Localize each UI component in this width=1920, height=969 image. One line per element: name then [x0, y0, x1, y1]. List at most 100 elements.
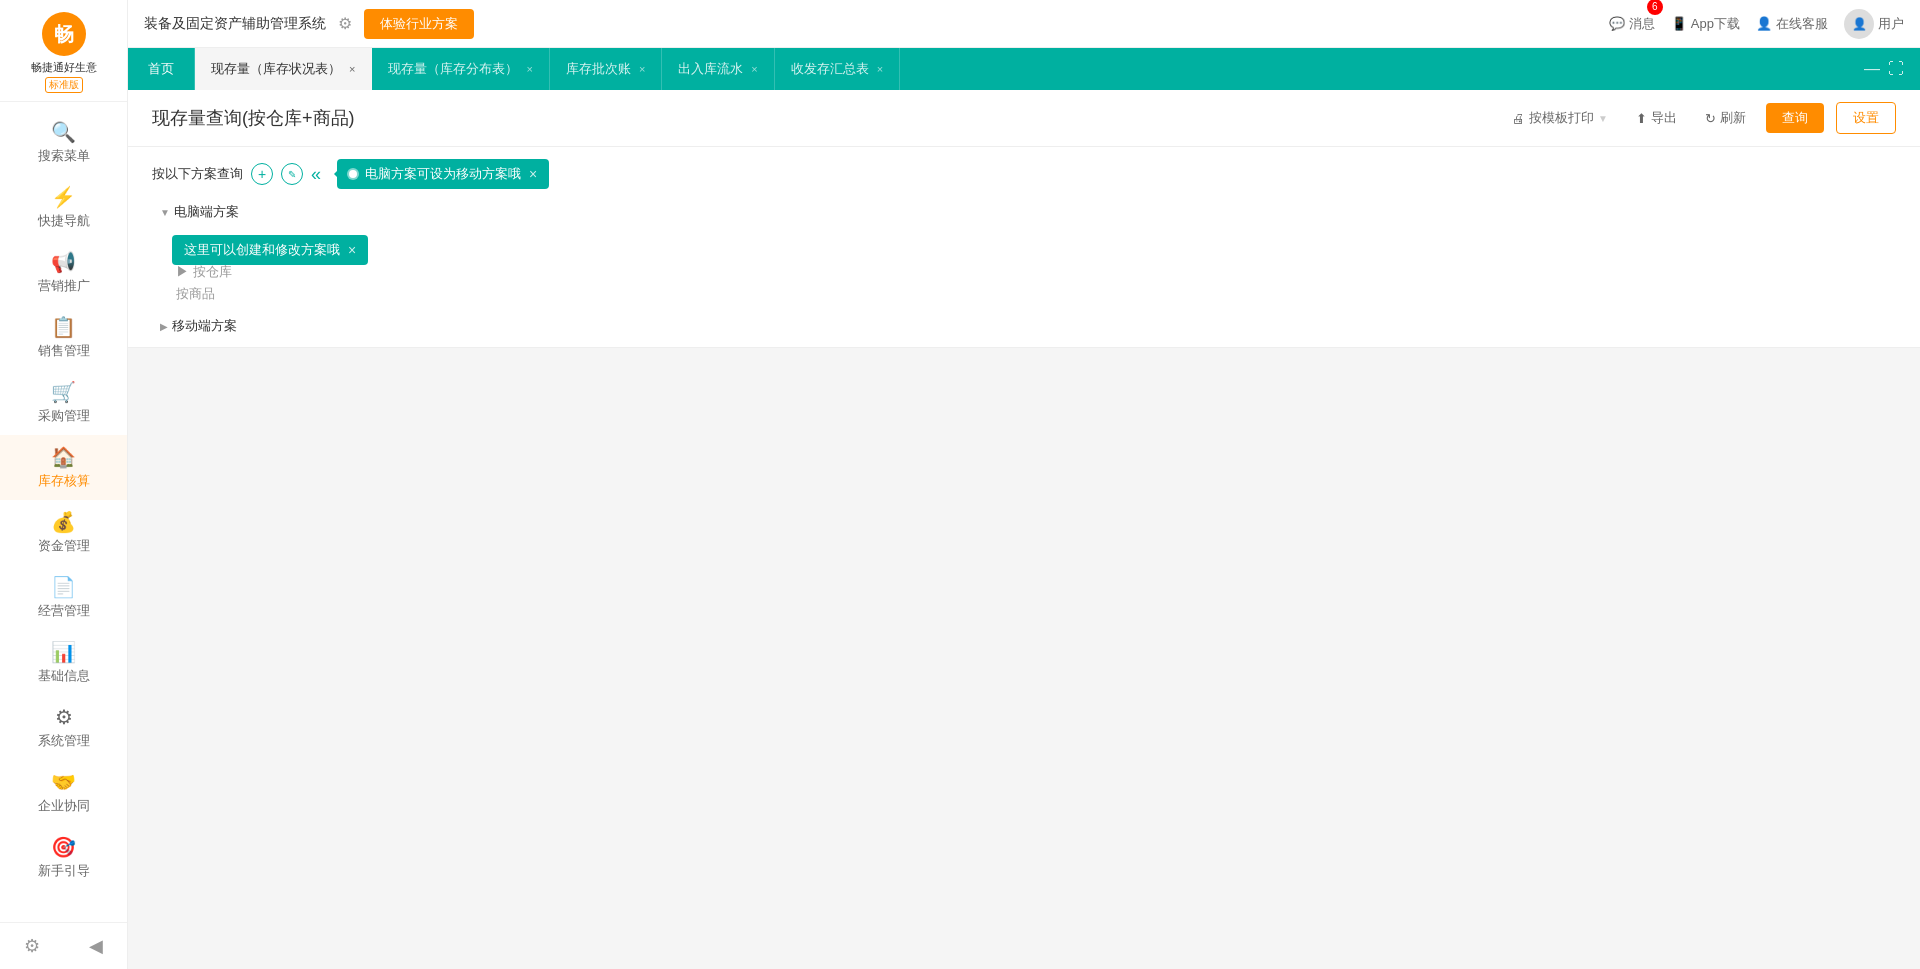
sidebar-label-guide: 新手引导 [38, 862, 90, 880]
filter-back-button[interactable]: « [311, 164, 321, 185]
tab-batch-account[interactable]: 库存批次账 × [550, 48, 662, 90]
filter-edit-button[interactable]: ✎ [281, 163, 303, 185]
avatar-icon: 👤 [1852, 17, 1867, 31]
mobile-scheme-label: 移动端方案 [172, 317, 237, 335]
export-button[interactable]: ⬆ 导出 [1628, 105, 1685, 131]
pc-scheme-items: ▶ 按仓库 按商品 [160, 261, 1896, 305]
print-icon: 🖨 [1512, 111, 1525, 126]
system-title: 装备及固定资产辅助管理系统 [144, 15, 326, 33]
app-download-label: App下载 [1691, 15, 1740, 33]
user-menu[interactable]: 👤 用户 [1844, 9, 1904, 39]
settings-button[interactable]: ⚙ [24, 935, 40, 957]
sidebar-label-enterprise: 企业协同 [38, 797, 90, 815]
sales-icon: 📋 [51, 315, 76, 339]
mobile-scheme-section: ▶ 移动端方案 [152, 313, 1896, 339]
marketing-icon: 📢 [51, 250, 76, 274]
sidebar-item-sales[interactable]: 📋 销售管理 [0, 305, 127, 370]
sidebar-item-inventory[interactable]: 🏠 库存核算 [0, 435, 127, 500]
scheme-item-warehouse[interactable]: ▶ 按仓库 [176, 261, 1896, 283]
print-chevron: ▼ [1598, 113, 1608, 124]
settings-icon[interactable]: ⚙ [338, 14, 352, 33]
tooltip-pc-scheme: 电脑方案可设为移动方案哦 × [337, 159, 549, 189]
filter-header-label: 按以下方案查询 [152, 165, 243, 183]
mobile-scheme-arrow: ▶ [160, 321, 168, 332]
message-label: 消息 [1629, 15, 1655, 33]
tabbar: 首页 现存量（库存状况表） × 现存量（库存分布表） × 库存批次账 × 出入库… [128, 48, 1920, 90]
filter-area: 按以下方案查询 + ✎ « 电脑方案可设为移动方案哦 × ▼ 电脑端方案 [128, 147, 1920, 348]
sidebar-item-purchase[interactable]: 🛒 采购管理 [0, 370, 127, 435]
sidebar-item-enterprise[interactable]: 🤝 企业协同 [0, 760, 127, 825]
export-icon: ⬆ [1636, 111, 1647, 126]
tab-collect-summary[interactable]: 收发存汇总表 × [775, 48, 900, 90]
scheme-item-product[interactable]: 按商品 [176, 283, 1896, 305]
sidebar-label-system: 系统管理 [38, 732, 90, 750]
refresh-icon: ↻ [1705, 111, 1716, 126]
logo-icon: 畅 [42, 12, 86, 56]
mobile-scheme-title[interactable]: ▶ 移动端方案 [160, 313, 1896, 339]
scheme-section: ▼ 电脑端方案 这里可以创建和修改方案哦 × ▶ 按仓库 按商品 [152, 199, 1896, 305]
tab-inventory-status-close[interactable]: × [349, 63, 355, 75]
sidebar-label-sales: 销售管理 [38, 342, 90, 360]
tab-inventory-dist[interactable]: 现存量（库存分布表） × [372, 48, 549, 90]
user-label: 用户 [1878, 15, 1904, 33]
sidebar-item-marketing[interactable]: 📢 营销推广 [0, 240, 127, 305]
online-support-label: 在线客服 [1776, 15, 1828, 33]
print-button[interactable]: 🖨 按模板打印 ▼ [1504, 105, 1616, 131]
logo-badge: 标准版 [45, 77, 83, 93]
tooltip2-close[interactable]: × [348, 242, 356, 258]
sidebar-item-search[interactable]: 🔍 搜索菜单 [0, 110, 127, 175]
sidebar-item-system[interactable]: ⚙ 系统管理 [0, 695, 127, 760]
sidebar-label-search: 搜索菜单 [38, 147, 90, 165]
tabbar-right: — ⛶ [1864, 60, 1920, 78]
tab-home[interactable]: 首页 [128, 48, 195, 90]
tab-fullscreen-icon[interactable]: ⛶ [1888, 60, 1904, 78]
query-button[interactable]: 查询 [1766, 103, 1824, 133]
tooltip1-close[interactable]: × [529, 166, 537, 182]
tab-home-label: 首页 [148, 60, 174, 78]
tab-inout-flow-close[interactable]: × [751, 63, 757, 75]
phone-icon: 📱 [1671, 16, 1687, 31]
page-content: 现存量查询(按仓库+商品) 🖨 按模板打印 ▼ ⬆ 导出 ↻ 刷新 查询 设置 [128, 90, 1920, 969]
sidebar-item-operations[interactable]: 📄 经营管理 [0, 565, 127, 630]
inventory-icon: 🏠 [51, 445, 76, 469]
sidebar-label-quick-nav: 快捷导航 [38, 212, 90, 230]
filter-add-button[interactable]: + [251, 163, 273, 185]
tab-minimize-icon[interactable]: — [1864, 60, 1880, 78]
sidebar-item-guide[interactable]: 🎯 新手引导 [0, 825, 127, 890]
print-label: 按模板打印 [1529, 109, 1594, 127]
sidebar-item-basic-info[interactable]: 📊 基础信息 [0, 630, 127, 695]
main-content: 装备及固定资产辅助管理系统 ⚙ 体验行业方案 💬 6 消息 📱 App下载 👤 … [128, 0, 1920, 969]
sidebar-item-finance[interactable]: 💰 资金管理 [0, 500, 127, 565]
logo-name: 畅捷通好生意 [31, 60, 97, 75]
collapse-sidebar-button[interactable]: ◀ [89, 935, 103, 957]
message-button[interactable]: 💬 6 消息 [1609, 15, 1655, 33]
purchase-icon: 🛒 [51, 380, 76, 404]
message-badge: 6 [1647, 0, 1663, 15]
tab-inventory-status[interactable]: 现存量（库存状况表） × [195, 48, 372, 90]
support-icon: 👤 [1756, 16, 1772, 31]
page-header: 现存量查询(按仓库+商品) 🖨 按模板打印 ▼ ⬆ 导出 ↻ 刷新 查询 设置 [128, 90, 1920, 147]
sidebar-label-purchase: 采购管理 [38, 407, 90, 425]
basic-info-icon: 📊 [51, 640, 76, 664]
sidebar-menu: 🔍 搜索菜单 ⚡ 快捷导航 📢 营销推广 📋 销售管理 🛒 采购管理 🏠 库存核… [0, 102, 127, 922]
user-avatar: 👤 [1844, 9, 1874, 39]
tab-inout-flow[interactable]: 出入库流水 × [662, 48, 774, 90]
guide-icon: 🎯 [51, 835, 76, 859]
app-download-button[interactable]: 📱 App下载 [1671, 15, 1740, 33]
tab-inventory-dist-close[interactable]: × [526, 63, 532, 75]
trial-button[interactable]: 体验行业方案 [364, 9, 474, 39]
refresh-button[interactable]: ↻ 刷新 [1697, 105, 1754, 131]
page-title: 现存量查询(按仓库+商品) [152, 106, 355, 130]
sidebar-item-quick-nav[interactable]: ⚡ 快捷导航 [0, 175, 127, 240]
pc-scheme-title[interactable]: ▼ 电脑端方案 [160, 199, 1896, 225]
page-header-actions: 🖨 按模板打印 ▼ ⬆ 导出 ↻ 刷新 查询 设置 [1504, 102, 1896, 134]
tooltip-create-scheme: 这里可以创建和修改方案哦 × [172, 235, 368, 265]
tab-batch-account-label: 库存批次账 [566, 60, 631, 78]
topbar-left: 装备及固定资产辅助管理系统 ⚙ 体验行业方案 [144, 9, 474, 39]
online-support-button[interactable]: 👤 在线客服 [1756, 15, 1828, 33]
tab-collect-summary-close[interactable]: × [877, 63, 883, 75]
enterprise-icon: 🤝 [51, 770, 76, 794]
tab-batch-account-close[interactable]: × [639, 63, 645, 75]
settings-page-button[interactable]: 设置 [1836, 102, 1896, 134]
topbar-right: 💬 6 消息 📱 App下载 👤 在线客服 👤 用户 [1609, 9, 1904, 39]
